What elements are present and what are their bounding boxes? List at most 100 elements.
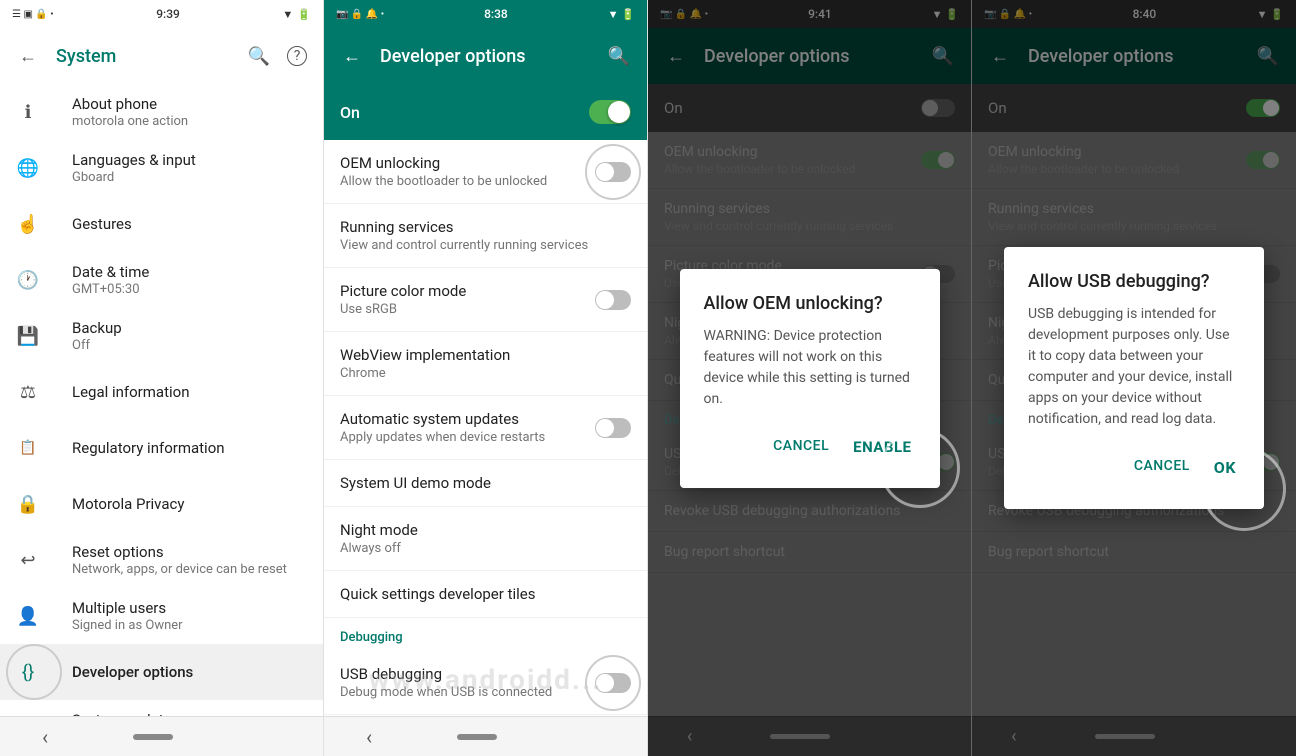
running-services-subtitle: View and control currently running servi… [340, 238, 631, 253]
time-2: 8:38 [484, 7, 508, 21]
running-services-item[interactable]: Running services View and control curren… [324, 204, 647, 268]
languages-title: Languages & input [72, 151, 307, 169]
search-button-1[interactable]: 🔍 [247, 44, 271, 68]
oem-dialog-title: Allow OEM unlocking? [704, 293, 916, 314]
backup-icon: 💾 [16, 324, 40, 348]
back-button-2[interactable]: ← [340, 44, 364, 68]
modal-overlay-3: Allow OEM unlocking? WARNING: Device pro… [648, 0, 971, 756]
system-ui-title: System UI demo mode [340, 474, 631, 492]
reset-icon: ↩ [16, 548, 40, 572]
picture-color-toggle[interactable] [595, 290, 631, 310]
usb-dialog-body: USB debugging is intended for developmen… [1028, 304, 1240, 430]
sidebar-item-regulatory[interactable]: 📋 Regulatory information [0, 420, 323, 476]
sidebar-item-about[interactable]: ℹ About phone motorola one action [0, 84, 323, 140]
about-subtitle: motorola one action [72, 114, 307, 129]
oem-dialog-actions: Cancel Enable [704, 430, 916, 464]
auto-updates-item[interactable]: Automatic system updates Apply updates w… [324, 396, 647, 460]
sidebar-item-datetime[interactable]: 🕐 Date & time GMT+05:30 [0, 252, 323, 308]
usb-debug-title: USB debugging [340, 665, 552, 683]
datetime-subtitle: GMT+05:30 [72, 282, 307, 297]
backup-subtitle: Off [72, 338, 307, 353]
status-icons-left-1: ☰ ▣ 🔒 • [12, 9, 54, 20]
usb-dialog-actions: Cancel OK [1028, 450, 1240, 485]
debugging-label: Debugging [324, 618, 647, 651]
notification-icons-1: ☰ ▣ 🔒 • [12, 9, 54, 20]
app-bar-2: ← Developer options 🔍 [324, 28, 647, 84]
auto-updates-title: Automatic system updates [340, 410, 545, 428]
time-1: 9:39 [156, 7, 180, 21]
master-toggle-2[interactable] [589, 100, 631, 124]
on-label-2: On [340, 103, 360, 122]
usb-ok-button[interactable]: OK [1210, 450, 1240, 485]
legal-icon: ⚖ [16, 380, 40, 404]
users-subtitle: Signed in as Owner [72, 618, 307, 633]
reset-title: Reset options [72, 543, 307, 561]
app-title-1: System [56, 46, 231, 67]
toggle-thumb-2 [608, 101, 630, 123]
back-nav-2[interactable]: ‹ [366, 725, 372, 749]
sidebar-item-users[interactable]: 👤 Multiple users Signed in as Owner [0, 588, 323, 644]
system-ui-item[interactable]: System UI demo mode [324, 460, 647, 507]
back-button-1[interactable]: ← [16, 44, 40, 68]
status-icons-right-1: ▼ 🔋 [282, 8, 311, 21]
users-title: Multiple users [72, 599, 307, 617]
picture-color-subtitle: Use sRGB [340, 302, 466, 317]
oem-toggle[interactable] [595, 162, 631, 182]
regulatory-title: Regulatory information [72, 439, 307, 457]
sidebar-item-backup[interactable]: 💾 Backup Off [0, 308, 323, 364]
usb-debug-toggle[interactable] [595, 673, 631, 693]
running-services-title: Running services [340, 218, 631, 236]
status-bar-1: ☰ ▣ 🔒 • 9:39 ▼ 🔋 [0, 0, 323, 28]
usb-debug-subtitle: Debug mode when USB is connected [340, 685, 552, 700]
datetime-icon: 🕐 [16, 268, 40, 292]
usb-cancel-button[interactable]: Cancel [1130, 450, 1194, 485]
regulatory-icon: 📋 [16, 436, 40, 460]
picture-color-item[interactable]: Picture color mode Use sRGB [324, 268, 647, 332]
home-nav-1[interactable] [133, 734, 173, 740]
quick-settings-title: Quick settings developer tiles [340, 585, 631, 603]
usb-debug-item[interactable]: USB debugging Debug mode when USB is con… [324, 651, 647, 715]
back-nav-1[interactable]: ‹ [42, 725, 48, 749]
backup-title: Backup [72, 319, 307, 337]
usb-dialog-title: Allow USB debugging? [1028, 271, 1240, 292]
oem-dialog-body: WARNING: Device protection features will… [704, 326, 916, 410]
users-icon: 👤 [16, 604, 40, 628]
oem-title: OEM unlocking [340, 154, 547, 172]
quick-settings-item[interactable]: Quick settings developer tiles [324, 571, 647, 618]
app-title-2: Developer options [380, 46, 591, 67]
nav-bar-1: ‹ [0, 716, 323, 756]
auto-updates-toggle[interactable] [595, 418, 631, 438]
oem-unlocking-item[interactable]: OEM unlocking Allow the bootloader to be… [324, 140, 647, 204]
status-icons-left-2: 📷 🔒 🔔 • [336, 9, 384, 20]
about-icon: ℹ [16, 100, 40, 124]
languages-subtitle: Gboard [72, 170, 307, 185]
sidebar-item-reset[interactable]: ↩ Reset options Network, apps, or device… [0, 532, 323, 588]
webview-title: WebView implementation [340, 346, 631, 364]
oem-subtitle: Allow the bootloader to be unlocked [340, 174, 547, 189]
gestures-title: Gestures [72, 215, 307, 233]
night-mode-item[interactable]: Night mode Always off [324, 507, 647, 571]
developer-title: Developer options [72, 663, 307, 681]
panel-developer-usb-dialog: 📷 🔒 🔔 • 8:40 ▼ 🔋 ← Developer options 🔍 O… [972, 0, 1296, 756]
developer-options-list: OEM unlocking Allow the bootloader to be… [324, 140, 647, 716]
about-title: About phone [72, 95, 307, 113]
home-nav-2[interactable] [457, 734, 497, 740]
wifi-icon-1: ▼ [282, 8, 293, 21]
sidebar-item-developer[interactable]: {} Developer options [0, 644, 323, 700]
usb-dialog: Allow USB debugging? USB debugging is in… [1004, 247, 1264, 509]
webview-item[interactable]: WebView implementation Chrome [324, 332, 647, 396]
oem-cancel-button[interactable]: Cancel [769, 430, 833, 464]
privacy-icon: 🔒 [16, 492, 40, 516]
help-button-1[interactable]: ? [287, 46, 307, 66]
search-button-2[interactable]: 🔍 [607, 44, 631, 68]
sidebar-item-gestures[interactable]: ☝ Gestures [0, 196, 323, 252]
sidebar-item-languages[interactable]: 🌐 Languages & input Gboard [0, 140, 323, 196]
sidebar-item-legal[interactable]: ⚖ Legal information [0, 364, 323, 420]
oem-enable-button[interactable]: Enable [849, 430, 915, 464]
datetime-title: Date & time [72, 263, 307, 281]
panel-developer-options: 📷 🔒 🔔 • 8:38 ▼ 🔋 ← Developer options 🔍 O… [324, 0, 648, 756]
sidebar-item-updates[interactable]: 📱 System updates Updated to Android 9 [0, 700, 323, 716]
nav-bar-2: ‹ [324, 716, 647, 756]
sidebar-item-privacy[interactable]: 🔒 Motorola Privacy [0, 476, 323, 532]
on-header-2[interactable]: On [324, 84, 647, 140]
